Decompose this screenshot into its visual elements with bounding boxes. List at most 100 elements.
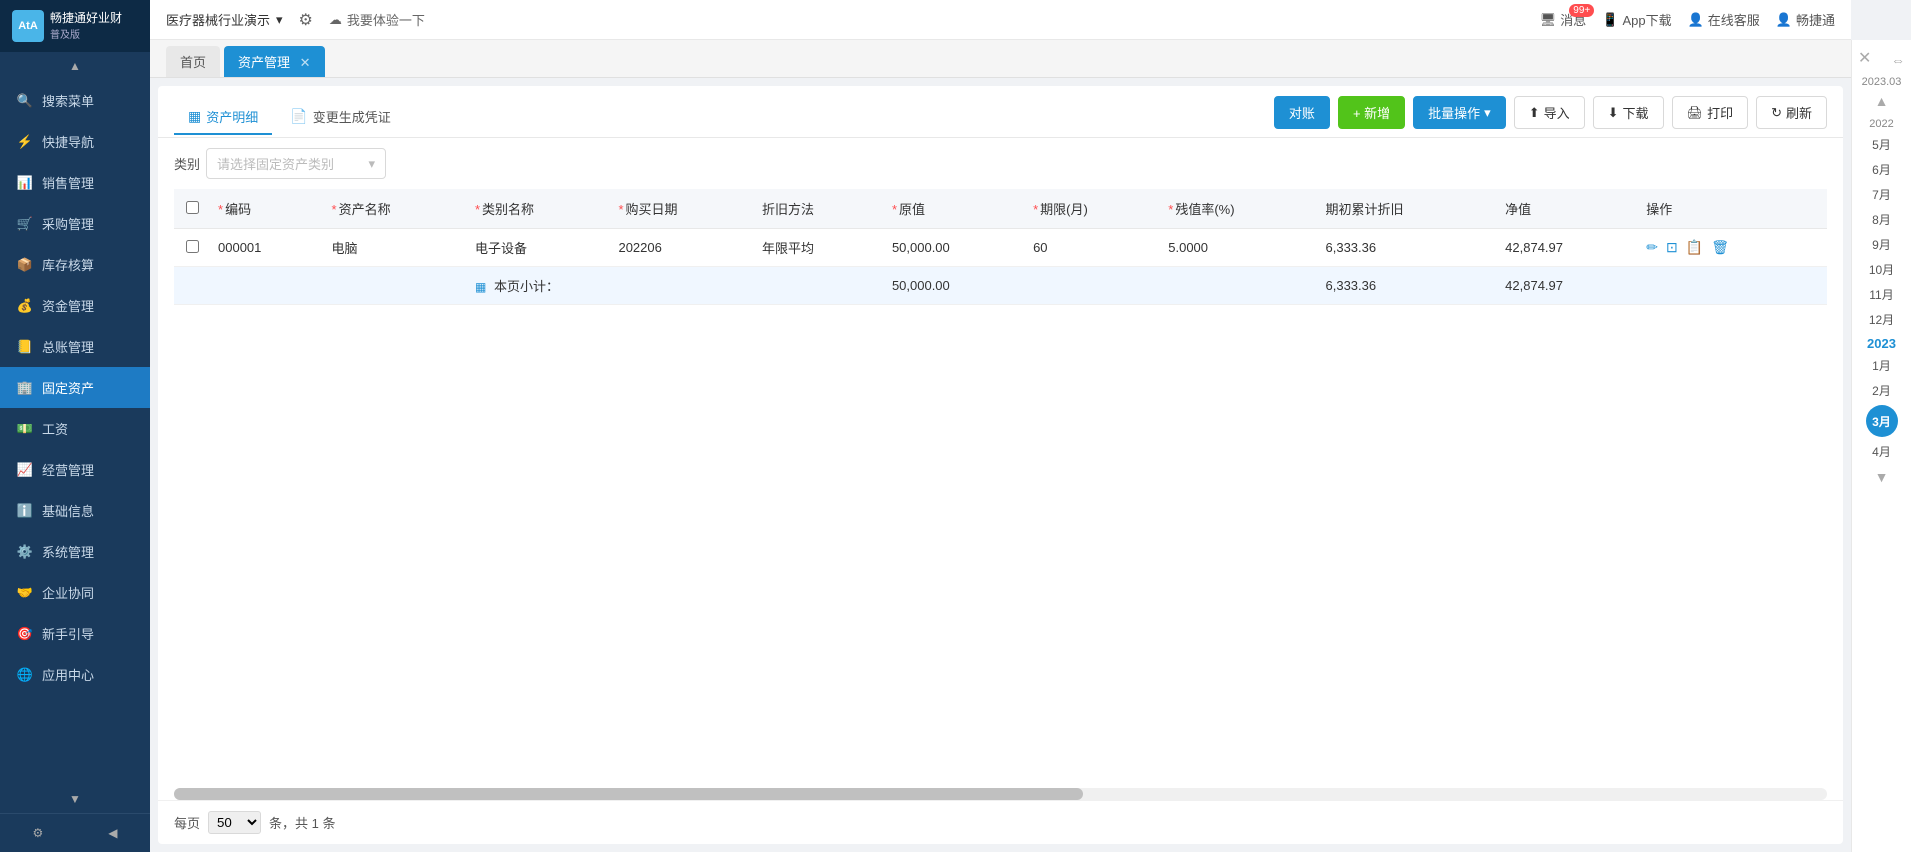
month-jan[interactable]: 1月 xyxy=(1860,353,1904,378)
panel-expand-btn[interactable]: ⇔ xyxy=(1891,52,1905,68)
year-2022: 2022 xyxy=(1869,118,1893,130)
asset-table-wrapper: *编码 *资产名称 *类别名称 *购买日期 折旧方法 *原值 *期限(月) *残… xyxy=(158,189,1843,788)
sidebar-item-inventory[interactable]: 📦 库存核算 xyxy=(0,244,150,285)
select-all-checkbox[interactable] xyxy=(186,201,199,214)
sidebar-item-quick-nav[interactable]: ⚡ 快捷导航 xyxy=(0,121,150,162)
subtotal-icon: ▦ xyxy=(475,280,486,294)
experience-btn[interactable]: ☁ 我要体验一下 xyxy=(329,10,425,29)
messages-icon: 🖥 xyxy=(1540,12,1557,28)
month-may[interactable]: 5月 xyxy=(1860,132,1904,157)
tab-home[interactable]: 首页 xyxy=(166,46,220,77)
panel-up-btn[interactable]: ▲ xyxy=(1873,92,1891,110)
horizontal-scrollbar[interactable] xyxy=(174,788,1827,800)
sidebar-label-basic-info: 基础信息 xyxy=(42,501,94,520)
col-actions: 操作 xyxy=(1638,189,1827,229)
messages-btn[interactable]: 🖥 消息 99+ xyxy=(1540,10,1587,29)
category-select[interactable]: 请选择固定资产类别 ▾ xyxy=(206,148,386,179)
tab-asset-mgmt[interactable]: 资产管理 ✕ xyxy=(224,46,325,77)
cell-period: 60 xyxy=(1025,229,1160,267)
cell-name: 电脑 xyxy=(324,229,467,267)
inventory-icon: 📦 xyxy=(16,256,34,274)
reconcile-btn[interactable]: 对账 xyxy=(1274,96,1330,129)
delete-icon[interactable]: 🗑 xyxy=(1711,239,1729,256)
topbar: 医疗器械行业演示 ▾ ⚙ ☁ 我要体验一下 🖥 消息 99+ 📱 App下载 👤… xyxy=(150,0,1851,40)
user-avatar-btn[interactable]: 👤 畅捷通 xyxy=(1776,10,1835,29)
month-dec[interactable]: 12月 xyxy=(1860,307,1904,332)
sidebar-item-enterprise[interactable]: 🤝 企业协同 xyxy=(0,572,150,613)
sub-tab-asset-detail-label: 资产明细 xyxy=(206,107,258,126)
per-page-select[interactable]: 50 10 20 100 xyxy=(208,811,261,834)
sidebar-item-fixed-assets[interactable]: 🏢 固定资产 xyxy=(0,367,150,408)
ledger-icon: 📒 xyxy=(16,338,34,356)
current-month[interactable]: 3月 xyxy=(1866,405,1898,437)
month-aug[interactable]: 8月 xyxy=(1860,207,1904,232)
copy-icon[interactable]: ⊡ xyxy=(1666,239,1678,256)
tab-close-icon[interactable]: ✕ xyxy=(300,55,311,70)
sub-tab-asset-detail[interactable]: ▦ 资产明细 xyxy=(174,100,272,135)
add-btn[interactable]: + 新增 xyxy=(1338,96,1405,129)
guide-icon: 🎯 xyxy=(16,625,34,643)
print-btn[interactable]: 🖨 打印 xyxy=(1672,96,1749,129)
sidebar-scroll-up[interactable]: ▲ xyxy=(65,55,85,77)
batch-btn[interactable]: 批量操作 ▾ xyxy=(1413,96,1506,129)
row-checkbox[interactable] xyxy=(186,240,199,253)
print-icon: 🖨 xyxy=(1687,105,1704,121)
scrollbar-thumb[interactable] xyxy=(174,788,1083,800)
batch-dropdown-icon: ▾ xyxy=(1484,105,1491,121)
company-selector[interactable]: 医疗器械行业演示 ▾ xyxy=(166,10,283,29)
support-icon: 👤 xyxy=(1688,12,1704,28)
sidebar-item-finance[interactable]: 💰 资金管理 xyxy=(0,285,150,326)
cell-actions: ✏ ⊡ 📋 🗑 xyxy=(1638,229,1827,267)
import-icon: ⬆ xyxy=(1529,105,1540,121)
month-oct[interactable]: 10月 xyxy=(1860,257,1904,282)
subtotal-net-value: 42,874.97 xyxy=(1497,267,1638,305)
sidebar-item-ledger[interactable]: 📒 总账管理 xyxy=(0,326,150,367)
company-settings-btn[interactable]: ⚙ xyxy=(293,8,319,32)
month-jun[interactable]: 6月 xyxy=(1860,157,1904,182)
download-btn[interactable]: ⬇ 下载 xyxy=(1593,96,1664,129)
sidebar-item-search[interactable]: 🔍 搜索菜单 xyxy=(0,80,150,121)
refresh-label: 刷新 xyxy=(1786,103,1812,122)
month-sep[interactable]: 9月 xyxy=(1860,232,1904,257)
sidebar-item-payroll[interactable]: 💵 工资 xyxy=(0,408,150,449)
sidebar-scroll-down[interactable]: ▼ xyxy=(65,788,85,810)
refresh-btn[interactable]: ↻ 刷新 xyxy=(1756,96,1827,129)
subtotal-init-dep: 6,333.36 xyxy=(1318,267,1498,305)
month-apr[interactable]: 4月 xyxy=(1860,439,1904,464)
logo-text: 畅捷通好业财 xyxy=(50,11,122,27)
enterprise-icon: 🤝 xyxy=(16,584,34,602)
sidebar-item-purchase[interactable]: 🛒 采购管理 xyxy=(0,203,150,244)
panel-close-btn[interactable]: ✕ xyxy=(1858,48,1871,68)
month-jul[interactable]: 7月 xyxy=(1860,182,1904,207)
category-dropdown-icon: ▾ xyxy=(368,156,375,172)
online-support-btn[interactable]: 👤 在线客服 xyxy=(1688,10,1760,29)
operations-icon: 📈 xyxy=(16,461,34,479)
sidebar-item-sales[interactable]: 📊 销售管理 xyxy=(0,162,150,203)
month-nov[interactable]: 11月 xyxy=(1860,282,1904,307)
sidebar-label-purchase: 采购管理 xyxy=(42,214,94,233)
year-2023: 2023 xyxy=(1867,336,1896,351)
sidebar-label-quick-nav: 快捷导航 xyxy=(42,132,94,151)
panel-year-display: 2023.03 xyxy=(1862,76,1902,88)
app-download-btn[interactable]: 📱 App下载 xyxy=(1602,10,1671,29)
panel-down-btn[interactable]: ▼ xyxy=(1873,468,1891,486)
import-btn[interactable]: ⬆ 导入 xyxy=(1514,96,1585,129)
detail-icon[interactable]: 📋 xyxy=(1686,239,1703,256)
sub-tab-voucher-gen[interactable]: 📄 变更生成凭证 xyxy=(276,100,404,135)
sidebar-label-guide: 新手引导 xyxy=(42,624,94,643)
sidebar-item-app-center[interactable]: 🌐 应用中心 xyxy=(0,654,150,695)
settings-btn[interactable]: ⚙ xyxy=(25,822,52,844)
sidebar-item-operations[interactable]: 📈 经营管理 xyxy=(0,449,150,490)
edit-icon[interactable]: ✏ xyxy=(1646,239,1658,256)
cell-dep-method: 年限平均 xyxy=(754,229,884,267)
sidebar-label-operations: 经营管理 xyxy=(42,460,94,479)
sidebar-nav: 🔍 搜索菜单 ⚡ 快捷导航 📊 销售管理 🛒 采购管理 📦 库存核算 💰 资金管… xyxy=(0,80,150,785)
collapse-btn[interactable]: ◀ xyxy=(100,822,125,844)
col-purchase-date: *购买日期 xyxy=(610,189,753,229)
sidebar-item-system[interactable]: ⚙️ 系统管理 xyxy=(0,531,150,572)
month-feb[interactable]: 2月 xyxy=(1860,378,1904,403)
refresh-icon: ↻ xyxy=(1771,105,1782,121)
sidebar-item-basic-info[interactable]: ℹ️ 基础信息 xyxy=(0,490,150,531)
sidebar-item-guide[interactable]: 🎯 新手引导 xyxy=(0,613,150,654)
col-code: *编码 xyxy=(210,189,324,229)
